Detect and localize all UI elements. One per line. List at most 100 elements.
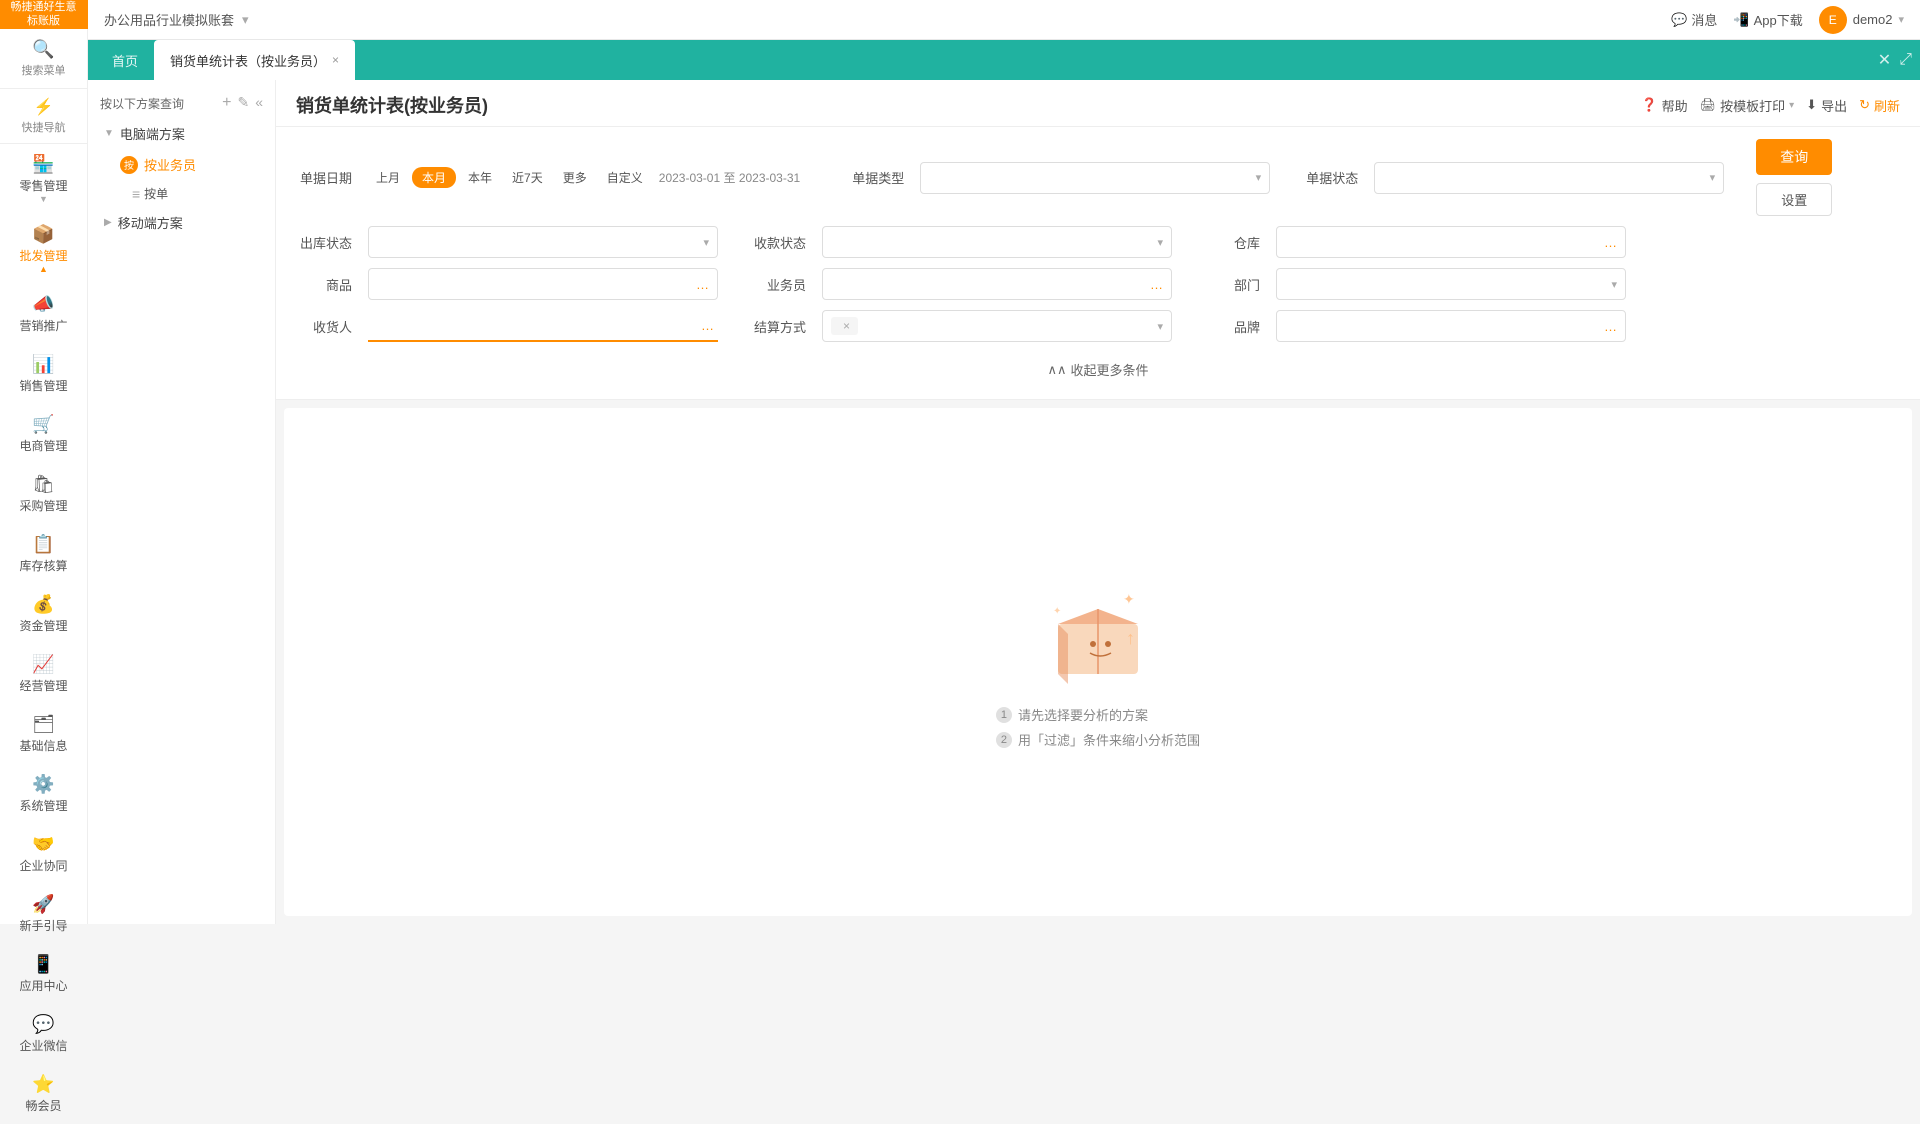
warehouse-label: 仓库 (1204, 233, 1260, 252)
app-download-button[interactable]: 📲 App下载 (1733, 10, 1802, 29)
doc-type-chevron-icon: ▾ (1256, 171, 1262, 184)
sidebar-item-appcenter[interactable]: 📱 应用中心 (0, 944, 87, 1004)
product-select[interactable]: … (368, 268, 718, 300)
print-button[interactable]: 🖨 按模板打印 ▾ (1700, 96, 1795, 115)
message-button[interactable]: 💬 消息 (1671, 10, 1717, 29)
tabbar: 首页 销货单统计表（按业务员） × ✕ ⤢ (88, 40, 1920, 80)
member-icon: ⭐ (32, 1074, 54, 1095)
warehouse-select[interactable]: … (1276, 226, 1626, 258)
salesperson-select[interactable]: … (822, 268, 1172, 300)
payment-chevron-icon: ▾ (1157, 320, 1163, 333)
sidebar-item-sales[interactable]: 📊 销售管理 (0, 344, 87, 404)
sidebar-item-corpwechat[interactable]: 💬 企业微信 (0, 1004, 87, 1064)
tab-sales-stats[interactable]: 销货单统计表（按业务员） × (154, 40, 355, 80)
sidebar-item-system[interactable]: ⚙️ 系统管理 (0, 764, 87, 824)
tip-num-1: 1 (996, 707, 1012, 723)
app-download-icon: 📲 (1733, 12, 1749, 28)
add-scheme-button[interactable]: + (222, 94, 231, 112)
this-month-btn[interactable]: 本月 (412, 167, 456, 188)
user-dropdown-icon: ▾ (1898, 13, 1904, 26)
empty-tips: 1 请先选择要分析的方案 2 用「过滤」条件来缩小分析范围 (996, 705, 1200, 755)
sidebar-quicknav-label: 快捷导航 (22, 119, 66, 135)
salesperson-label: 业务员 (750, 275, 806, 294)
doc-status-chevron-icon: ▾ (1710, 171, 1716, 184)
department-select[interactable]: ▾ (1276, 268, 1626, 300)
filter-row-3: 商品 … 业务员 … 部门 ▾ (296, 268, 1900, 300)
sidebar-search-section[interactable]: 🔍 搜索菜单 (0, 29, 87, 89)
tab-home[interactable]: 首页 (96, 40, 154, 80)
sidebar-item-basic[interactable]: 🗂 基础信息 (0, 704, 87, 764)
sidebar-item-finance[interactable]: 💰 资金管理 (0, 584, 87, 644)
out-status-select[interactable]: ▾ (368, 226, 718, 258)
left-panel-actions: + ✎ « (222, 94, 263, 112)
this-year-btn[interactable]: 本年 (460, 167, 500, 188)
sidebar-item-purchase[interactable]: 🛍 采购管理 (0, 464, 87, 524)
filter-area: 单据日期 上月 本月 本年 近7天 更多 自定义 2023-03-01 至 20… (276, 127, 1920, 400)
left-panel-title: 按以下方案查询 (100, 95, 184, 112)
topbar-right: 💬 消息 📲 App下载 E demo2 ▾ (1671, 6, 1904, 34)
sidebar-item-wholesale[interactable]: 📦 批发管理 ▲ (0, 214, 87, 284)
collapse-filter-button[interactable]: ∧∧ 收起更多条件 (296, 352, 1900, 387)
last7-btn[interactable]: 近7天 (504, 167, 551, 188)
sidebar-quicknav[interactable]: ⚡ 快捷导航 (0, 89, 87, 144)
receipt-status-select[interactable]: ▾ (822, 226, 1172, 258)
enterprise-icon: 🤝 (32, 834, 54, 855)
tree-child-by-salesperson[interactable]: 按 按业务员 (88, 149, 275, 180)
settings-button[interactable]: 设置 (1756, 183, 1832, 216)
content-area: 按以下方案查询 + ✎ « ▼ 电脑端方案 按 按业务员 ≡ 按单 (88, 80, 1920, 924)
date-label: 单据日期 (296, 168, 352, 187)
basic-icon: 🗂 (32, 714, 55, 735)
app-name: 办公用品行业模拟账套 (104, 10, 234, 29)
product-dots: … (696, 277, 709, 292)
out-status-label: 出库状态 (296, 233, 352, 252)
tab-close-button[interactable]: × (332, 53, 339, 67)
right-panel: 销货单统计表(按业务员) ❓ 帮助 🖨 按模板打印 ▾ ⬇ 导出 (276, 80, 1920, 924)
tree-item-desktop-label: 电脑端方案 (120, 124, 185, 143)
doc-type-label: 单据类型 (848, 168, 904, 187)
sidebar-item-marketing[interactable]: 📣 营销推广 (0, 284, 87, 344)
sales-icon: 📊 (32, 354, 54, 375)
doc-status-label: 单据状态 (1302, 168, 1358, 187)
sidebar-item-operation[interactable]: 📈 经营管理 (0, 644, 87, 704)
tree-item-mobile[interactable]: ▶ 移动端方案 (88, 207, 275, 238)
sidebar-item-retail[interactable]: 🏪 零售管理 ▼ (0, 144, 87, 214)
edit-scheme-button[interactable]: ✎ (237, 94, 249, 112)
left-panel: 按以下方案查询 + ✎ « ▼ 电脑端方案 按 按业务员 ≡ 按单 (88, 80, 276, 924)
window-max-button[interactable]: ⤢ (1899, 51, 1912, 69)
salesperson-dots: … (1150, 277, 1163, 292)
sidebar-item-newguide[interactable]: 🚀 新手引导 (0, 884, 87, 944)
user-menu[interactable]: E demo2 ▾ (1819, 6, 1904, 34)
sub-item-by-order[interactable]: ≡ 按单 (88, 180, 275, 207)
more-btn[interactable]: 更多 (555, 167, 595, 188)
tree-item-mobile-arrow: ▶ (104, 217, 112, 228)
user-name: demo2 (1853, 12, 1893, 27)
consignee-input[interactable]: … (368, 310, 718, 342)
custom-btn[interactable]: 自定义 (599, 167, 651, 188)
ecommerce-icon: 🛒 (32, 414, 54, 435)
sidebar-item-member[interactable]: ⭐ 畅会员 (0, 1064, 87, 1124)
department-label: 部门 (1204, 275, 1260, 294)
tree-item-desktop[interactable]: ▼ 电脑端方案 (88, 118, 275, 149)
date-filter-group: 上月 本月 本年 近7天 更多 自定义 2023-03-01 至 2023-03… (368, 167, 800, 188)
refresh-button[interactable]: ↻ 刷新 (1859, 96, 1900, 115)
help-button[interactable]: ❓ 帮助 (1641, 96, 1687, 115)
sidebar-item-inventory[interactable]: 📋 库存核算 (0, 524, 87, 584)
doc-type-select[interactable]: ▾ (920, 162, 1270, 194)
help-icon: ❓ (1641, 97, 1657, 113)
sidebar-item-enterprise[interactable]: 🤝 企业协同 (0, 824, 87, 884)
doc-status-select[interactable]: ▾ (1374, 162, 1724, 194)
brand-select[interactable]: … (1276, 310, 1626, 342)
payment-select[interactable]: × ▾ (822, 310, 1172, 342)
payment-tag-close[interactable]: × (843, 319, 850, 333)
collapse-panel-button[interactable]: « (255, 94, 263, 112)
tab-home-label: 首页 (112, 51, 138, 70)
export-button[interactable]: ⬇ 导出 (1806, 96, 1847, 115)
last-month-btn[interactable]: 上月 (368, 167, 408, 188)
topbar-left: 办公用品行业模拟账套 ▾ (104, 10, 249, 29)
sidebar-item-ecommerce[interactable]: 🛒 电商管理 (0, 404, 87, 464)
query-button[interactable]: 查询 (1756, 139, 1832, 175)
tree-item-desktop-arrow: ▼ (104, 128, 114, 139)
app-name-dropdown-icon[interactable]: ▾ (242, 12, 249, 28)
window-close-button[interactable]: ✕ (1878, 50, 1891, 70)
page-header: 销货单统计表(按业务员) ❓ 帮助 🖨 按模板打印 ▾ ⬇ 导出 (276, 80, 1920, 127)
